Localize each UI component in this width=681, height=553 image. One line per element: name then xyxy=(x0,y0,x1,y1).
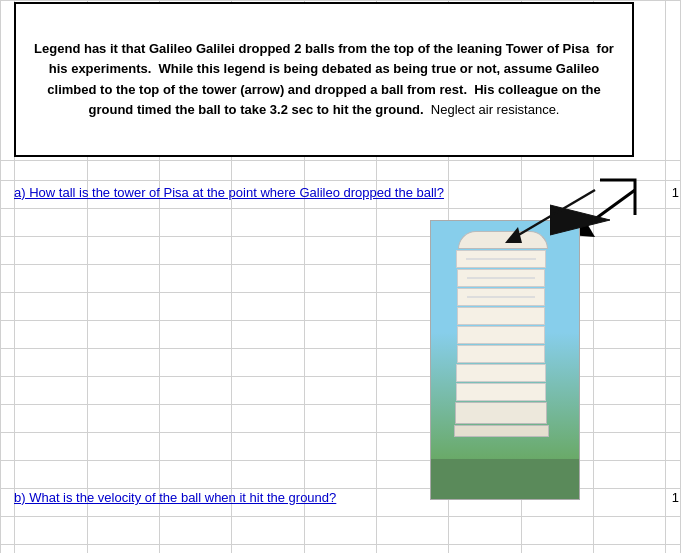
grid-background xyxy=(0,0,681,553)
grid-table xyxy=(0,0,681,553)
spreadsheet: Legend has it that Galileo Galilei dropp… xyxy=(0,0,681,553)
